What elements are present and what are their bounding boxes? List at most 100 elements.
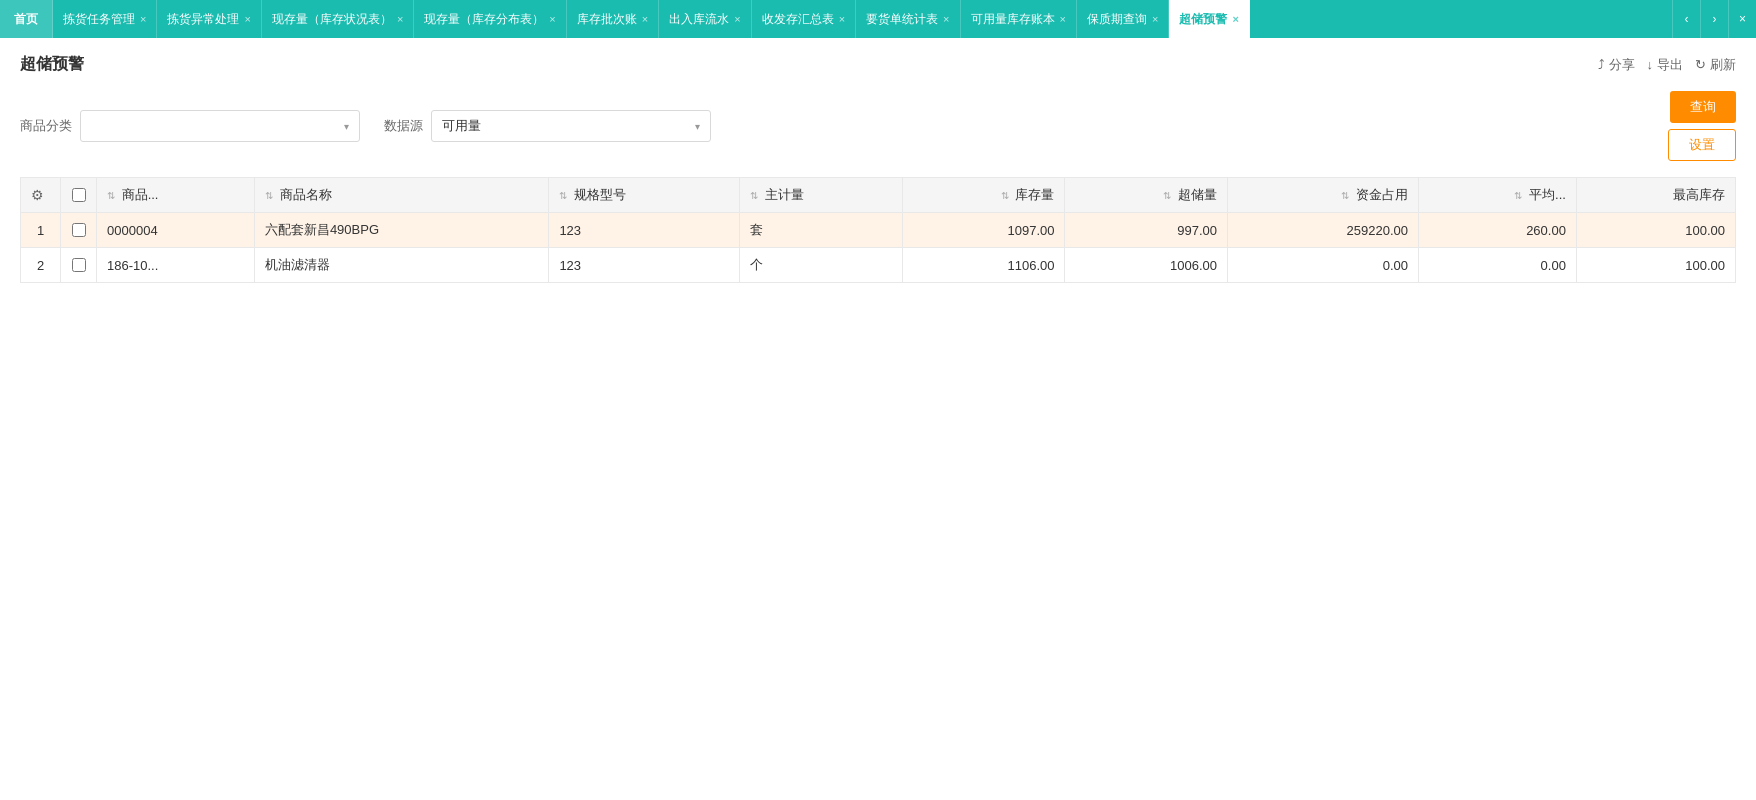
nav-tab-close-9[interactable]: × <box>1152 13 1158 25</box>
nav-tab-close-10[interactable]: × <box>1232 13 1238 25</box>
sort-icon-goods-name: ⇅ <box>265 190 273 201</box>
sort-icon-spec: ⇅ <box>559 190 567 201</box>
row-checkbox-1[interactable] <box>61 248 97 283</box>
th-over-stock[interactable]: ⇅ 超储量 <box>1065 178 1228 213</box>
nav-tab-close-2[interactable]: × <box>397 13 403 25</box>
nav-tab-close-3[interactable]: × <box>549 13 555 25</box>
nav-arrow-right[interactable]: › <box>1700 0 1728 38</box>
nav-tab-1[interactable]: 拣货异常处理 × <box>157 0 261 38</box>
nav-tab-label-2: 现存量（库存状况表） <box>272 11 392 28</box>
export-icon: ↓ <box>1647 57 1654 72</box>
category-select[interactable]: ▾ <box>80 110 360 142</box>
th-unit[interactable]: ⇅ 主计量 <box>740 178 903 213</box>
cell-goods_code-1: 186-10... <box>97 248 255 283</box>
settings-button[interactable]: 设置 <box>1668 129 1736 161</box>
table-row: 2186-10...机油滤清器123个1106.001006.000.000.0… <box>21 248 1736 283</box>
checkbox-input-1[interactable] <box>72 258 86 272</box>
datasource-label: 数据源 <box>384 117 423 135</box>
nav-tab-label-10: 超储预警 <box>1179 11 1227 28</box>
export-label: 导出 <box>1657 56 1683 74</box>
row-index-0: 1 <box>21 213 61 248</box>
th-goods-code[interactable]: ⇅ 商品... <box>97 178 255 213</box>
datasource-dropdown-icon: ▾ <box>695 121 700 132</box>
share-action[interactable]: ⤴ 分享 <box>1598 56 1635 74</box>
th-spec[interactable]: ⇅ 规格型号 <box>549 178 740 213</box>
nav-tab-7[interactable]: 要货单统计表× <box>856 0 960 38</box>
sort-icon-unit: ⇅ <box>750 190 758 201</box>
cell-capital-0: 259220.00 <box>1228 213 1419 248</box>
filter-row: 商品分类 ▾ 数据源 可用量 ▾ 查询 设置 <box>20 91 1736 161</box>
th-avg[interactable]: ⇅ 平均... <box>1419 178 1577 213</box>
sort-icon-goods-code: ⇅ <box>107 190 115 201</box>
select-all-checkbox[interactable] <box>72 188 86 202</box>
filter-buttons-area: 查询 设置 <box>1668 91 1736 161</box>
nav-tab-8[interactable]: 可用量库存账本 × <box>961 0 1077 38</box>
datasource-select[interactable]: 可用量 ▾ <box>431 110 711 142</box>
cell-max_stock-0: 100.00 <box>1576 213 1735 248</box>
nav-tab-close-1[interactable]: × <box>244 13 250 25</box>
th-checkbox[interactable] <box>61 178 97 213</box>
query-button[interactable]: 查询 <box>1670 91 1736 123</box>
cell-goods_name-0: 六配套新昌490BPG <box>254 213 548 248</box>
th-gear[interactable]: ⚙ <box>21 178 61 213</box>
nav-tab-3[interactable]: 现存量（库存分布表） × <box>414 0 566 38</box>
cell-avg-1: 0.00 <box>1419 248 1577 283</box>
nav-tab-label-9: 保质期查询 <box>1087 11 1147 28</box>
nav-arrow-left[interactable]: ‹ <box>1672 0 1700 38</box>
sort-icon-over-stock: ⇅ <box>1163 190 1171 201</box>
table-row: 10000004六配套新昌490BPG123套1097.00997.002592… <box>21 213 1736 248</box>
nav-tab-close-5[interactable]: × <box>734 13 740 25</box>
page-title: 超储预警 <box>20 54 84 75</box>
th-stock[interactable]: ⇅ 库存量 <box>902 178 1065 213</box>
nav-tab-6[interactable]: 收发存汇总表 × <box>752 0 856 38</box>
checkbox-input-0[interactable] <box>72 223 86 237</box>
nav-home[interactable]: 首页 <box>0 0 53 38</box>
cell-over_stock-0: 997.00 <box>1065 213 1228 248</box>
nav-tab-close-8[interactable]: × <box>1060 13 1066 25</box>
cell-avg-0: 260.00 <box>1419 213 1577 248</box>
nav-tab-label-1: 拣货异常处理 <box>167 11 239 28</box>
category-label: 商品分类 <box>20 117 72 135</box>
table-header-row: ⚙ ⇅ 商品... ⇅ 商品名称 ⇅ 规格型号 <box>21 178 1736 213</box>
th-goods-name[interactable]: ⇅ 商品名称 <box>254 178 548 213</box>
export-action[interactable]: ↓ 导出 <box>1647 56 1684 74</box>
share-icon: ⤴ <box>1598 57 1605 72</box>
page-actions: ⤴ 分享 ↓ 导出 ↻ 刷新 <box>1598 56 1737 74</box>
cell-capital-1: 0.00 <box>1228 248 1419 283</box>
nav-tab-5[interactable]: 出入库流水× <box>659 0 751 38</box>
nav-tab-label-0: 拣货任务管理 <box>63 11 135 28</box>
nav-tab-4[interactable]: 库存批次账 × <box>567 0 659 38</box>
row-checkbox-0[interactable] <box>61 213 97 248</box>
cell-unit-0: 套 <box>740 213 903 248</box>
sort-icon-stock: ⇅ <box>1001 190 1009 201</box>
nav-tab-10[interactable]: 超储预警 × <box>1169 0 1249 38</box>
cell-unit-1: 个 <box>740 248 903 283</box>
th-max-stock[interactable]: 最高库存 <box>1576 178 1735 213</box>
refresh-label: 刷新 <box>1710 56 1736 74</box>
cell-goods_name-1: 机油滤清器 <box>254 248 548 283</box>
data-table: ⚙ ⇅ 商品... ⇅ 商品名称 ⇅ 规格型号 <box>20 177 1736 283</box>
cell-spec-0: 123 <box>549 213 740 248</box>
nav-tab-close-6[interactable]: × <box>839 13 845 25</box>
nav-tab-9[interactable]: 保质期查询 × <box>1077 0 1169 38</box>
nav-tab-0[interactable]: 拣货任务管理 × <box>53 0 157 38</box>
sort-icon-avg: ⇅ <box>1514 190 1522 201</box>
th-capital[interactable]: ⇅ 资金占用 <box>1228 178 1419 213</box>
nav-tab-label-3: 现存量（库存分布表） <box>424 11 544 28</box>
nav-tab-label-4: 库存批次账 <box>577 11 637 28</box>
cell-max_stock-1: 100.00 <box>1576 248 1735 283</box>
cell-stock-0: 1097.00 <box>902 213 1065 248</box>
nav-tab-label-6: 收发存汇总表 <box>762 11 834 28</box>
refresh-action[interactable]: ↻ 刷新 <box>1695 56 1736 74</box>
nav-tab-2[interactable]: 现存量（库存状况表） × <box>262 0 414 38</box>
gear-icon[interactable]: ⚙ <box>31 187 44 203</box>
sort-icon-capital: ⇅ <box>1341 190 1349 201</box>
nav-tab-label-8: 可用量库存账本 <box>971 11 1055 28</box>
nav-tab-close-7[interactable]: × <box>943 13 949 25</box>
nav-tab-close-4[interactable]: × <box>642 13 648 25</box>
nav-tab-close-0[interactable]: × <box>140 13 146 25</box>
datasource-select-value: 可用量 <box>442 117 687 135</box>
category-dropdown-icon: ▾ <box>344 121 349 132</box>
nav-home-label: 首页 <box>14 11 38 28</box>
nav-arrow-close[interactable]: × <box>1728 0 1756 38</box>
